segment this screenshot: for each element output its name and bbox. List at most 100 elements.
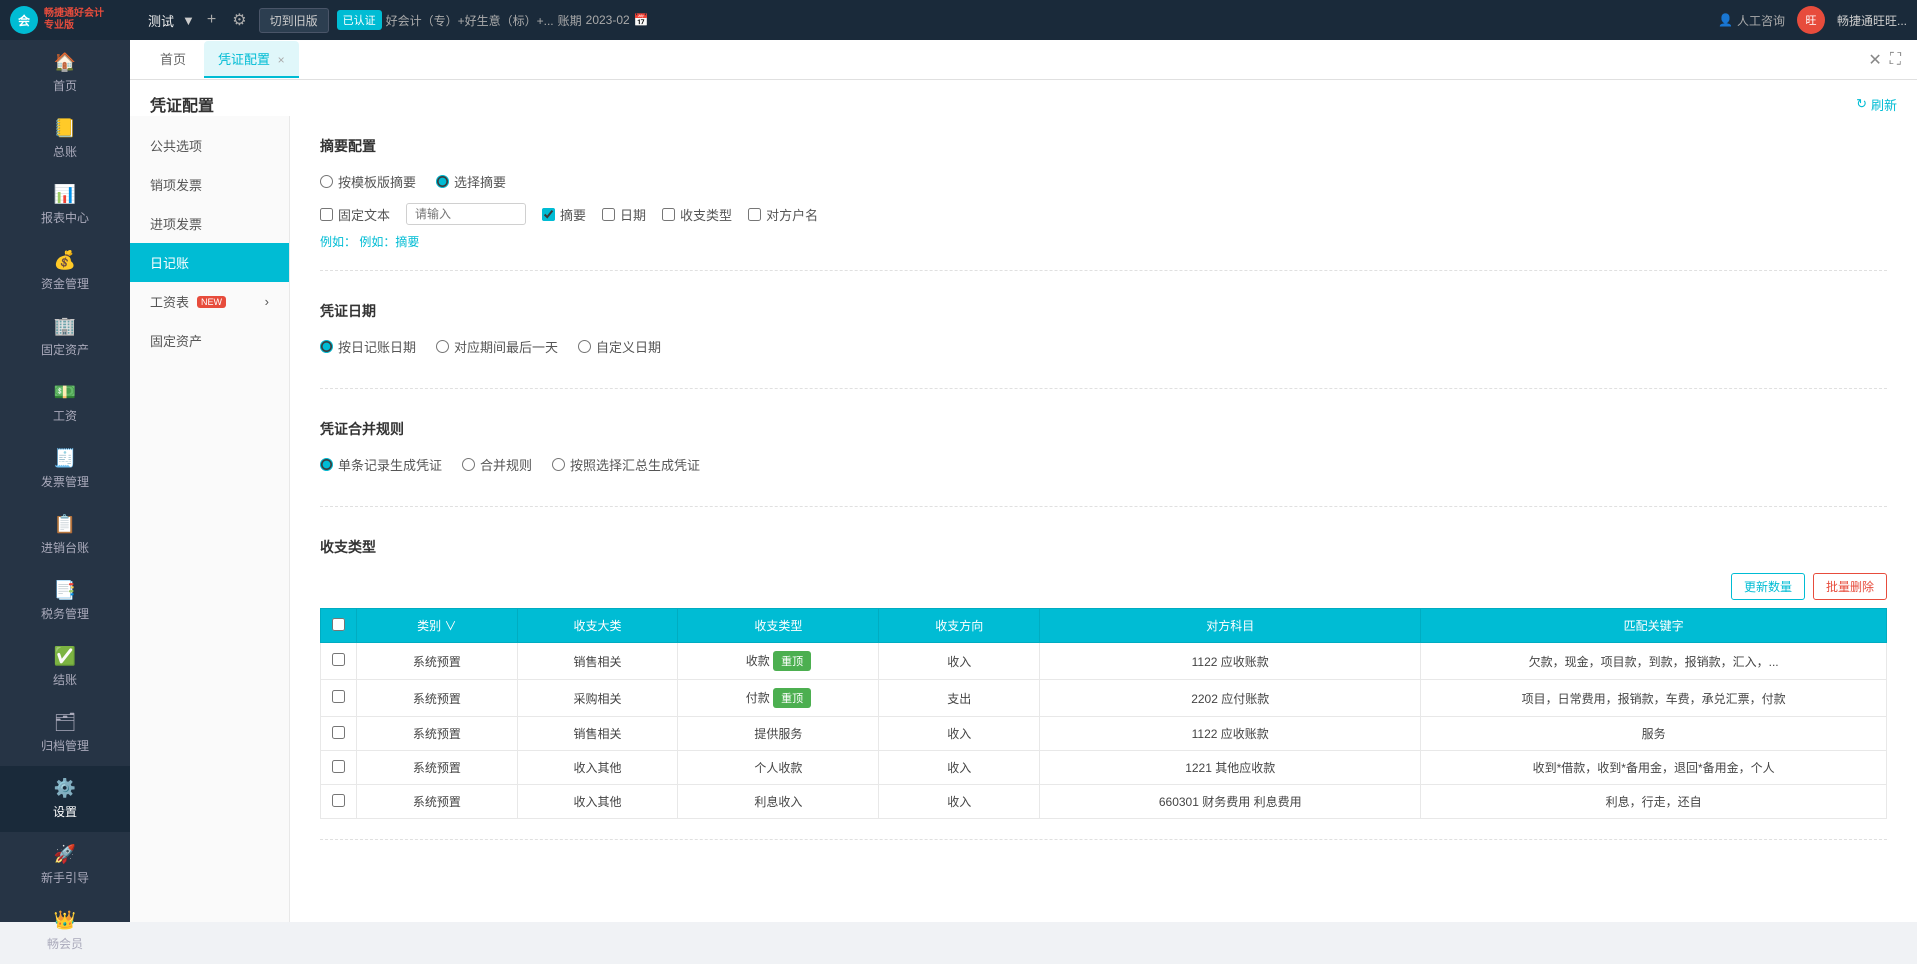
settings-icon-button[interactable]: ⚙	[228, 8, 250, 32]
date-section-title: 凭证日期	[320, 301, 1887, 321]
customer-service-button[interactable]: 👤 人工咨询	[1718, 12, 1785, 29]
tax-icon: 📑	[54, 580, 76, 601]
row-checkbox[interactable]	[332, 760, 345, 773]
batch-delete-button[interactable]: 批量删除	[1813, 573, 1887, 600]
date-radio-group: 按日记账日期 对应期间最后一天 自定义日期	[320, 337, 1887, 356]
purchase-sales-icon: 📋	[54, 514, 76, 535]
tab-bar: 首页 凭证配置 × ✕ ⛶	[130, 40, 1917, 80]
radio-select-summary[interactable]: 选择摘要	[436, 172, 506, 191]
left-nav-public[interactable]: 公共选项	[130, 126, 289, 165]
sidebar-item-closing[interactable]: ✅ 结账	[0, 634, 130, 700]
table-header-subject: 对方科目	[1040, 609, 1421, 643]
sidebar-item-settings[interactable]: ⚙️ 设置	[0, 766, 130, 832]
top-header: 会 畅捷通好会计 专业版 测试 ▼ + ⚙ 切到旧版 已认证 好会计（专）+好生…	[0, 0, 1917, 40]
row-checkbox[interactable]	[332, 653, 345, 666]
funds-icon: 💰	[54, 250, 76, 271]
content-area: 公共选项 销项发票 进项发票 日记账 工资表 NEW ›	[130, 116, 1917, 922]
sidebar-item-reports[interactable]: 📊 报表中心	[0, 172, 130, 238]
select-all-checkbox[interactable]	[332, 618, 345, 631]
sidebar-item-funds[interactable]: 💰 资金管理	[0, 238, 130, 304]
update-count-button[interactable]: 更新数量	[1731, 573, 1805, 600]
close-window-button[interactable]: ✕	[1868, 50, 1881, 70]
income-expense-title: 收支类型	[320, 537, 1887, 557]
left-nav-purchase-invoice[interactable]: 进项发票	[130, 204, 289, 243]
app-logo: 会 畅捷通好会计 专业版	[10, 6, 140, 34]
radio-merge-rule[interactable]: 合并规则	[462, 455, 532, 474]
reset-tag[interactable]: 重顶	[773, 688, 811, 708]
radio-single-record[interactable]: 单条记录生成凭证	[320, 455, 442, 474]
left-nav-fixed-assets[interactable]: 固定资产	[130, 321, 289, 360]
sidebar-item-salary[interactable]: 💵 工资	[0, 370, 130, 436]
ledger-icon: 📒	[54, 118, 76, 139]
radio-last-day[interactable]: 对应期间最后一天	[436, 337, 558, 356]
logo-icon: 会	[10, 6, 38, 34]
sidebar-item-assets[interactable]: 🏢 固定资产	[0, 304, 130, 370]
closing-icon: ✅	[54, 646, 76, 667]
left-nav-journal[interactable]: 日记账	[130, 243, 289, 282]
sidebar-item-guide[interactable]: 🚀 新手引导	[0, 832, 130, 898]
radio-custom-date[interactable]: 自定义日期	[578, 337, 661, 356]
chevron-down-icon: ›	[265, 294, 269, 309]
assets-icon: 🏢	[54, 316, 76, 337]
fixed-text-input[interactable]	[406, 203, 526, 225]
refresh-button[interactable]: ↻ 刷新	[1856, 95, 1897, 114]
tab-voucher-config[interactable]: 凭证配置 ×	[204, 41, 299, 78]
right-content: 摘要配置 按模板版摘要 选择摘要	[290, 116, 1917, 922]
table-row: 系统预置 销售相关 收款 重顶 收入 1122 应收账款 欠款，现金，项目款，到…	[321, 643, 1887, 680]
maximize-window-button[interactable]: ⛶	[1890, 51, 1901, 69]
sidebar-item-tax[interactable]: 📑 税务管理	[0, 568, 130, 634]
table-actions: 更新数量 批量删除	[320, 573, 1887, 600]
table-row: 系统预置 采购相关 付款 重顶 支出 2202 应付账款 项目，日常费用，报销款…	[321, 680, 1887, 717]
checkbox-income-expense-type[interactable]: 收支类型	[662, 205, 732, 224]
user-name: 畅捷通旺旺...	[1837, 12, 1907, 29]
left-nav-payroll[interactable]: 工资表 NEW ›	[130, 282, 289, 321]
company-name[interactable]: 测试	[148, 11, 174, 30]
sidebar-item-home[interactable]: 🏠 首页	[0, 40, 130, 106]
invoice-icon: 🧾	[54, 448, 76, 469]
checkbox-date[interactable]: 日期	[602, 205, 646, 224]
radio-summary-generate[interactable]: 按照选择汇总生成凭证	[552, 455, 700, 474]
sidebar-item-invoice[interactable]: 🧾 发票管理	[0, 436, 130, 502]
salary-icon: 💵	[54, 382, 76, 403]
tab-home[interactable]: 首页	[146, 41, 200, 78]
archive-icon: 🗂	[54, 712, 77, 733]
radio-template-summary[interactable]: 按模板版摘要	[320, 172, 416, 191]
add-button[interactable]: +	[203, 9, 220, 31]
checkbox-fixed-text[interactable]: 固定文本	[320, 205, 390, 224]
header-middle: 测试 ▼ + ⚙ 切到旧版 已认证 好会计（专）+好生意（标）+... 账期 2…	[148, 8, 1710, 33]
sidebar-item-purchase-sales[interactable]: 📋 进销台账	[0, 502, 130, 568]
page-title: 凭证配置	[150, 92, 214, 116]
date-section: 凭证日期 按日记账日期 对应期间最后一天 自定义日期	[320, 301, 1887, 389]
new-badge: NEW	[197, 296, 226, 308]
reset-tag[interactable]: 重顶	[773, 651, 811, 671]
row-checkbox[interactable]	[332, 726, 345, 739]
header-right: 👤 人工咨询 旺 畅捷通旺旺...	[1718, 6, 1907, 34]
sidebar-item-ledger[interactable]: 📒 总账	[0, 106, 130, 172]
example-text: 例如： 例如：摘要	[320, 233, 1887, 250]
checkbox-summary[interactable]: 摘要	[542, 205, 586, 224]
merge-section: 凭证合并规则 单条记录生成凭证 合并规则 按照选择汇总生成凭证	[320, 419, 1887, 507]
period-tag: 账期 2023-02 📅	[558, 12, 649, 29]
table-header-direction: 收支方向	[879, 609, 1040, 643]
left-nav: 公共选项 销项发票 进项发票 日记账 工资表 NEW ›	[130, 116, 290, 922]
row-checkbox[interactable]	[332, 794, 345, 807]
income-expense-section: 收支类型 更新数量 批量删除 类别 ∨ 收支大类	[320, 537, 1887, 840]
row-checkbox[interactable]	[332, 690, 345, 703]
guide-icon: 🚀	[54, 844, 76, 865]
switch-old-version-button[interactable]: 切到旧版	[259, 8, 329, 33]
member-icon: 👑	[54, 910, 76, 931]
checkbox-counterpart-name[interactable]: 对方户名	[748, 205, 818, 224]
sidebar-item-member[interactable]: 👑 畅会员	[0, 898, 130, 964]
radio-journal-date[interactable]: 按日记账日期	[320, 337, 416, 356]
refresh-icon: ↻	[1856, 96, 1867, 112]
user-avatar[interactable]: 旺	[1797, 6, 1825, 34]
left-nav-sales-invoice[interactable]: 销项发票	[130, 165, 289, 204]
product-tags: 好会计（专）+好生意（标）+...	[386, 12, 554, 29]
table-header-category[interactable]: 类别 ∨	[357, 609, 518, 643]
certified-tag: 已认证	[337, 10, 382, 30]
table-header-major: 收支大类	[517, 609, 678, 643]
table-header-keywords: 匹配关键字	[1421, 609, 1887, 643]
summary-checkbox-row: 固定文本 摘要 日期 收支类型	[320, 203, 1887, 225]
sidebar-item-archive[interactable]: 🗂 归档管理	[0, 700, 130, 766]
tab-close-button[interactable]: ×	[278, 53, 285, 67]
